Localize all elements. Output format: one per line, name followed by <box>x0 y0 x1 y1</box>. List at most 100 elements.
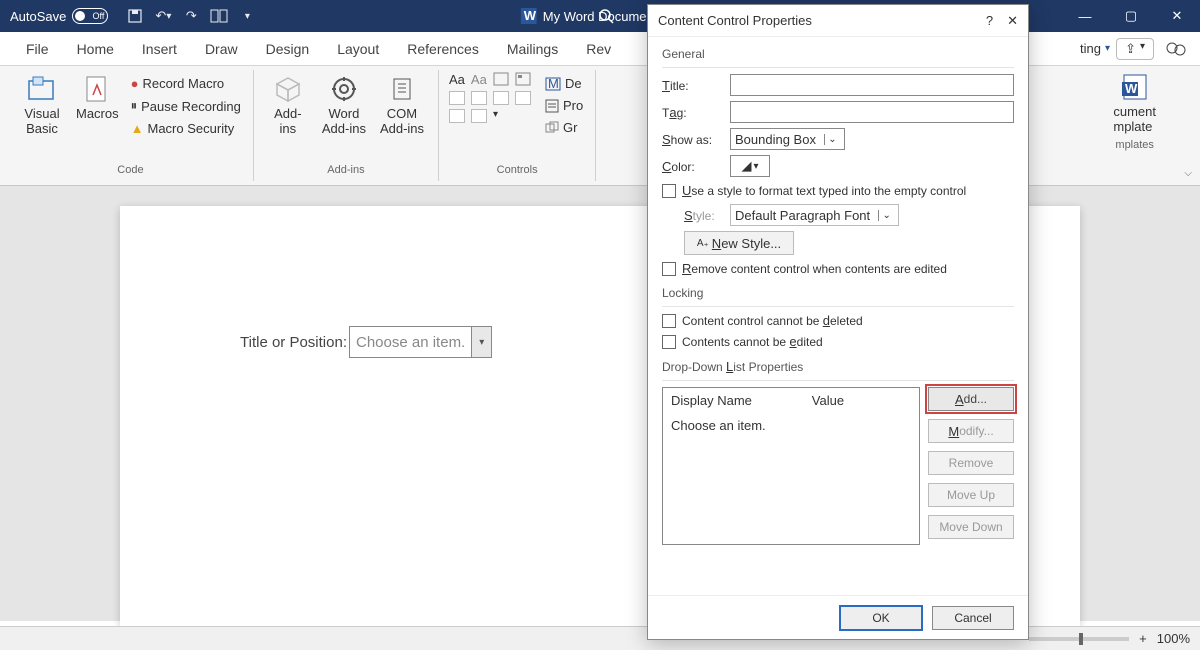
color-picker-button[interactable]: ◢▾ <box>730 155 770 177</box>
remove-cc-label: Remove content control when contents are… <box>682 261 947 276</box>
zoom-slider[interactable] <box>1029 637 1129 641</box>
dialog-title-bar: Content Control Properties ? ✕ <box>648 5 1028 37</box>
redo-icon[interactable]: ↷ <box>182 7 200 25</box>
qat-dropdown-icon[interactable]: ▾ <box>238 7 256 25</box>
collapse-ribbon-icon[interactable]: ⌵ <box>1184 168 1192 179</box>
use-style-label: Use a style to format text typed into th… <box>682 183 966 198</box>
date-picker-icon[interactable] <box>515 91 531 105</box>
tab-design[interactable]: Design <box>252 32 324 66</box>
group-label-text: Gr <box>563 120 577 135</box>
repeating-section-icon[interactable] <box>449 109 465 123</box>
dialog-help-button[interactable]: ? <box>986 13 993 28</box>
save-icon[interactable] <box>126 7 144 25</box>
properties-icon <box>545 99 559 113</box>
dropdown-control-icon[interactable] <box>493 91 509 105</box>
tag-field-label: Tag: <box>662 105 720 120</box>
tab-references[interactable]: References <box>393 32 493 66</box>
minimize-button[interactable]: — <box>1062 0 1108 32</box>
tab-file[interactable]: File <box>12 32 63 66</box>
remove-cc-checkbox[interactable] <box>662 262 676 276</box>
list-row[interactable]: Choose an item. <box>663 413 919 438</box>
checkbox-control-icon[interactable] <box>449 91 465 105</box>
quick-access-toolbar: ↶▾ ↷ ▾ <box>126 7 256 25</box>
search-icon[interactable] <box>598 8 614 24</box>
legacy-dropdown-icon[interactable]: ▾ <box>493 109 498 123</box>
reading-view-icon[interactable] <box>210 7 228 25</box>
com-addins-button[interactable]: COM Add-ins <box>376 72 428 138</box>
list-buttons: Add...Add... Modify...Modify... Remove M… <box>928 387 1014 545</box>
dialog-close-button[interactable]: ✕ <box>1007 13 1018 29</box>
group-addins: Add- ins Word Add-ins COM Add-ins Add-in… <box>254 70 439 181</box>
pause-recording-button: ⏸Pause Recording <box>129 96 243 116</box>
use-style-checkbox[interactable] <box>662 184 676 198</box>
title-input[interactable] <box>730 74 1014 96</box>
lock-delete-checkbox[interactable] <box>662 314 676 328</box>
word-template-icon: W <box>1120 72 1150 102</box>
window-controls: — ▢ ✕ <box>1062 0 1200 32</box>
color-label: Color: <box>662 159 720 174</box>
macro-security-button[interactable]: ▲ Macro Security <box>129 119 243 138</box>
com-addins-label: COM Add-ins <box>380 106 424 136</box>
zoom-level[interactable]: 100% <box>1157 631 1190 646</box>
addins-icon <box>273 74 303 104</box>
record-macro-button[interactable]: ●Record Macro <box>129 74 243 93</box>
tab-layout[interactable]: Layout <box>323 32 393 66</box>
share-icon: ⇪ <box>1125 41 1136 57</box>
paint-bucket-icon: ◢ <box>741 158 751 174</box>
document-template-button[interactable]: Wcument mplate <box>1109 70 1160 136</box>
tab-home[interactable]: Home <box>63 32 128 66</box>
tab-fragment-right[interactable]: ting ▾ <box>1080 41 1110 56</box>
content-control[interactable]: Choose an item. ▾ <box>349 326 492 358</box>
building-block-icon[interactable] <box>515 72 531 87</box>
warning-icon: ▲ <box>131 121 144 136</box>
comments-icon[interactable] <box>1166 41 1186 57</box>
title-field-label: Title: <box>662 78 720 93</box>
macros-button[interactable]: Macros <box>72 72 123 123</box>
tab-mailings[interactable]: Mailings <box>493 32 572 66</box>
group-templates-label: mplates <box>1115 136 1154 154</box>
svg-text:M: M <box>548 77 559 91</box>
group-addins-label: Add-ins <box>327 161 364 179</box>
addins-button[interactable]: Add- ins <box>264 72 312 138</box>
ok-button[interactable]: OK <box>840 606 922 630</box>
content-control-placeholder: Choose an item. <box>350 330 471 355</box>
rich-text-control-icon[interactable]: Aa <box>449 72 465 87</box>
tab-insert[interactable]: Insert <box>128 32 191 66</box>
visual-basic-button[interactable]: Visual Basic <box>18 72 66 138</box>
dialog-body: General Title:Title: Tag:Tag: Show as:Sh… <box>648 37 1028 595</box>
pause-recording-label: Pause Recording <box>141 99 241 114</box>
undo-icon[interactable]: ↶▾ <box>154 7 172 25</box>
style-combo: Default Paragraph Font⌄ <box>730 204 899 226</box>
close-button[interactable]: ✕ <box>1154 0 1200 32</box>
word-addins-button[interactable]: Word Add-ins <box>318 72 370 138</box>
showas-combo[interactable]: Bounding Box⌄ <box>730 128 845 150</box>
content-control-dropdown-icon[interactable]: ▾ <box>471 327 491 357</box>
tag-input[interactable] <box>730 101 1014 123</box>
legacy-tools-icon[interactable] <box>471 109 487 123</box>
properties-button[interactable]: Pro <box>543 96 585 115</box>
group-code: Visual Basic Macros ●Record Macro ⏸Pause… <box>8 70 254 181</box>
lock-edit-checkbox[interactable] <box>662 335 676 349</box>
add-button[interactable]: Add...Add... <box>928 387 1014 411</box>
remove-button: Remove <box>928 451 1014 475</box>
tab-draw[interactable]: Draw <box>191 32 252 66</box>
picture-control-icon[interactable] <box>493 72 509 87</box>
plain-text-control-icon[interactable]: Aa <box>471 72 487 87</box>
word-addins-label: Word Add-ins <box>322 106 366 136</box>
list-table[interactable]: Display Name Value Choose an item. <box>662 387 920 545</box>
group-controls-label: Controls <box>497 161 538 179</box>
group-button[interactable]: Gr <box>543 118 585 137</box>
macro-security-label: Macro Security <box>148 121 235 136</box>
style-label: Style: <box>684 208 720 223</box>
autosave-control[interactable]: AutoSave Off <box>0 8 118 24</box>
cancel-button[interactable]: Cancel <box>932 606 1014 630</box>
autosave-toggle[interactable]: Off <box>72 8 108 24</box>
combobox-control-icon[interactable] <box>471 91 487 105</box>
section-ddl: Drop-Down List PropertiesDrop-Down List … <box>662 355 1014 381</box>
zoom-in-button[interactable]: + <box>1139 631 1147 646</box>
tab-review[interactable]: Rev <box>572 32 625 66</box>
style-value: Default Paragraph Font <box>735 208 870 223</box>
design-mode-button[interactable]: MDe <box>543 74 585 93</box>
share-button[interactable]: ⇪▾ <box>1116 38 1154 60</box>
maximize-button[interactable]: ▢ <box>1108 0 1154 32</box>
